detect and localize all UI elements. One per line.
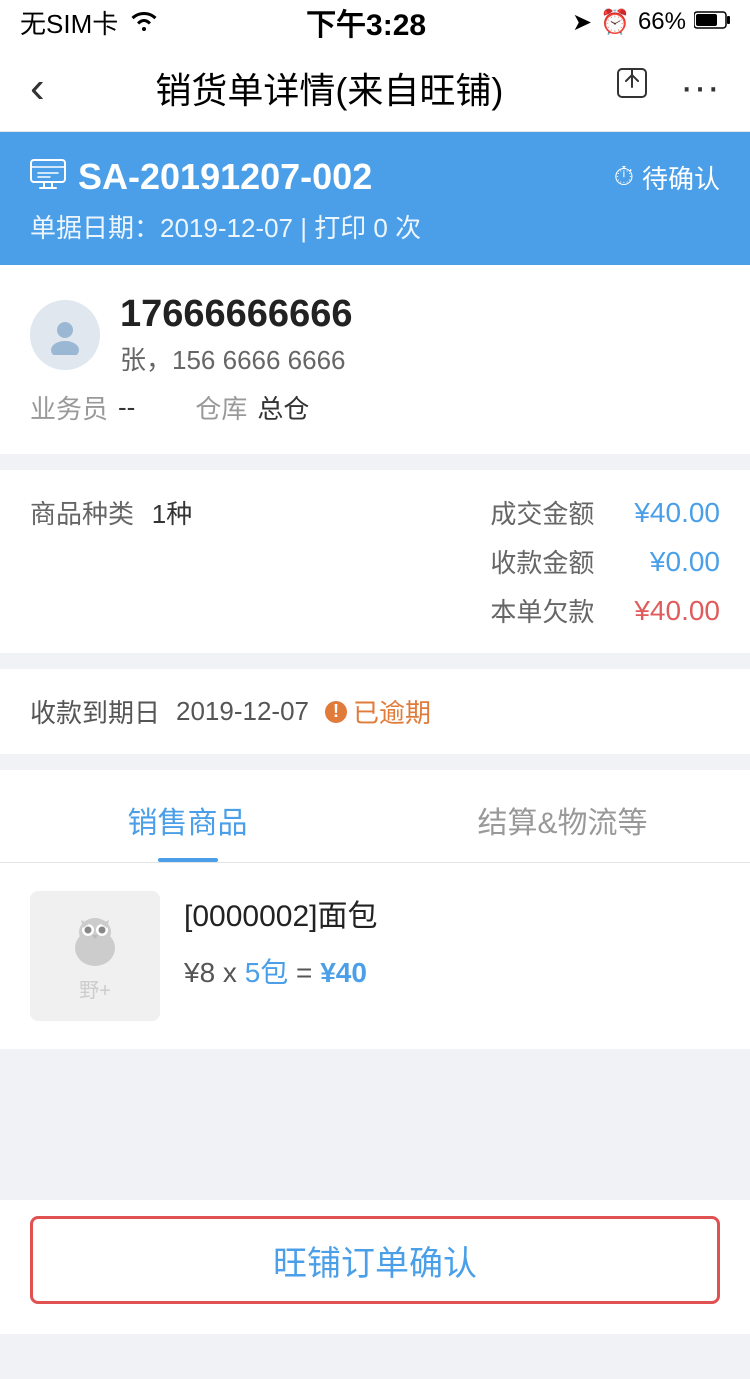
warehouse-label: 仓库: [195, 389, 247, 426]
sales-label: 业务员: [30, 389, 108, 426]
summary-section: 商品种类 1种 成交金额 ¥40.00 收款金额 ¥0.00 本单欠款 ¥40.…: [0, 470, 750, 653]
tab-settlement[interactable]: 结算&物流等: [375, 770, 750, 862]
overdue-text: 已逾期: [353, 693, 431, 730]
debt-label: 本单欠款: [490, 592, 594, 629]
product-price: ¥8 x 5包 = ¥40: [184, 951, 720, 991]
transaction-row: 成交金额 ¥40.00: [490, 494, 720, 531]
product-kind-value: 1种: [152, 499, 192, 529]
order-id: SA-20191207-002: [30, 156, 372, 198]
product-info: [0000002]面包 ¥8 x 5包 = ¥40: [184, 891, 720, 1021]
back-button[interactable]: ‹: [30, 63, 45, 113]
order-status: ⏱ 待确认: [614, 159, 720, 196]
confirm-button-label: 旺铺订单确认: [273, 1236, 477, 1285]
status-time: 下午3:28: [306, 0, 426, 44]
customer-phone: 17666666666: [120, 293, 352, 336]
bottom-bar: 旺铺订单确认: [0, 1200, 750, 1334]
sales-value: --: [118, 392, 135, 423]
wifi-icon: [128, 7, 160, 38]
location-icon: ➤: [572, 8, 592, 37]
share-icon[interactable]: [614, 65, 650, 111]
tab-sales[interactable]: 销售商品: [0, 770, 375, 862]
order-header-top: SA-20191207-002 ⏱ 待确认: [30, 156, 720, 198]
carrier-label: 无SIM卡: [20, 4, 118, 41]
due-date-section: 收款到期日 2019-12-07 ! 已逾期: [0, 669, 750, 754]
overdue-warning-icon: !: [325, 701, 347, 723]
battery-icon: [694, 8, 730, 36]
sales-meta: 业务员 --: [30, 389, 135, 426]
overdue-badge: ! 已逾期: [325, 693, 431, 730]
customer-top: 17666666666 张，156 6666 6666: [30, 293, 720, 377]
confirm-button[interactable]: 旺铺订单确认: [30, 1216, 720, 1304]
status-left: 无SIM卡: [20, 4, 160, 41]
product-logo: 野+: [55, 910, 135, 1003]
customer-name: 张，156 6666 6666: [120, 340, 352, 377]
customer-avatar: [30, 300, 100, 370]
received-label: 收款金额: [490, 543, 594, 580]
customer-card: 17666666666 张，156 6666 6666 业务员 -- 仓库 总仓: [0, 265, 750, 454]
order-date: 单据日期：2019-12-07 | 打印 0 次: [30, 208, 720, 245]
order-header: SA-20191207-002 ⏱ 待确认 单据日期：2019-12-07 | …: [0, 132, 750, 265]
status-clock-icon: ⏱: [614, 161, 634, 193]
debt-value: ¥40.00: [634, 595, 720, 627]
page-title: 销货单详情(来自旺铺): [155, 62, 503, 114]
tab-sales-label: 销售商品: [128, 807, 248, 840]
debt-row: 本单欠款 ¥40.00: [490, 592, 720, 629]
order-icon: [30, 156, 66, 198]
price-separator: =: [288, 957, 320, 988]
order-id-text: SA-20191207-002: [78, 156, 372, 198]
tab-section: 销售商品 结算&物流等: [0, 770, 750, 1049]
customer-info: 17666666666 张，156 6666 6666: [120, 293, 352, 377]
tab-bar: 销售商品 结算&物流等: [0, 770, 750, 863]
received-value: ¥0.00: [650, 546, 720, 578]
due-date-label: 收款到期日: [30, 693, 160, 730]
warehouse-meta: 仓库 总仓: [195, 389, 309, 426]
product-kind: 商品种类 1种: [30, 494, 192, 531]
product-item: 野+ [0000002]面包 ¥8 x 5包 = ¥40: [0, 863, 750, 1049]
tab-settlement-label: 结算&物流等: [477, 807, 647, 840]
transaction-label: 成交金额: [490, 494, 594, 531]
due-date-value: 2019-12-07: [176, 696, 309, 727]
product-image: 野+: [30, 891, 160, 1021]
product-name: [0000002]面包: [184, 891, 720, 935]
summary-right: 成交金额 ¥40.00 收款金额 ¥0.00 本单欠款 ¥40.00: [490, 494, 720, 629]
customer-meta: 业务员 -- 仓库 总仓: [30, 389, 720, 426]
more-icon[interactable]: ···: [680, 65, 720, 110]
status-bar: 无SIM卡 下午3:28 ➤ ⏰ 66%: [0, 0, 750, 44]
nav-actions: ···: [614, 65, 720, 111]
status-right: ➤ ⏰ 66%: [572, 8, 730, 37]
product-total: ¥40: [320, 957, 367, 988]
order-status-text: 待确认: [642, 159, 720, 196]
alarm-icon: ⏰: [600, 8, 630, 37]
received-row: 收款金额 ¥0.00: [490, 543, 720, 580]
battery-level: 66%: [638, 8, 686, 36]
nav-bar: ‹ 销货单详情(来自旺铺) ···: [0, 44, 750, 132]
price-formula: ¥8 x: [184, 957, 245, 988]
product-kind-label: 商品种类: [30, 499, 134, 529]
brand-text: 野+: [79, 974, 111, 1003]
warehouse-value: 总仓: [257, 389, 309, 426]
transaction-value: ¥40.00: [634, 497, 720, 529]
product-qty: 5包: [245, 957, 289, 988]
